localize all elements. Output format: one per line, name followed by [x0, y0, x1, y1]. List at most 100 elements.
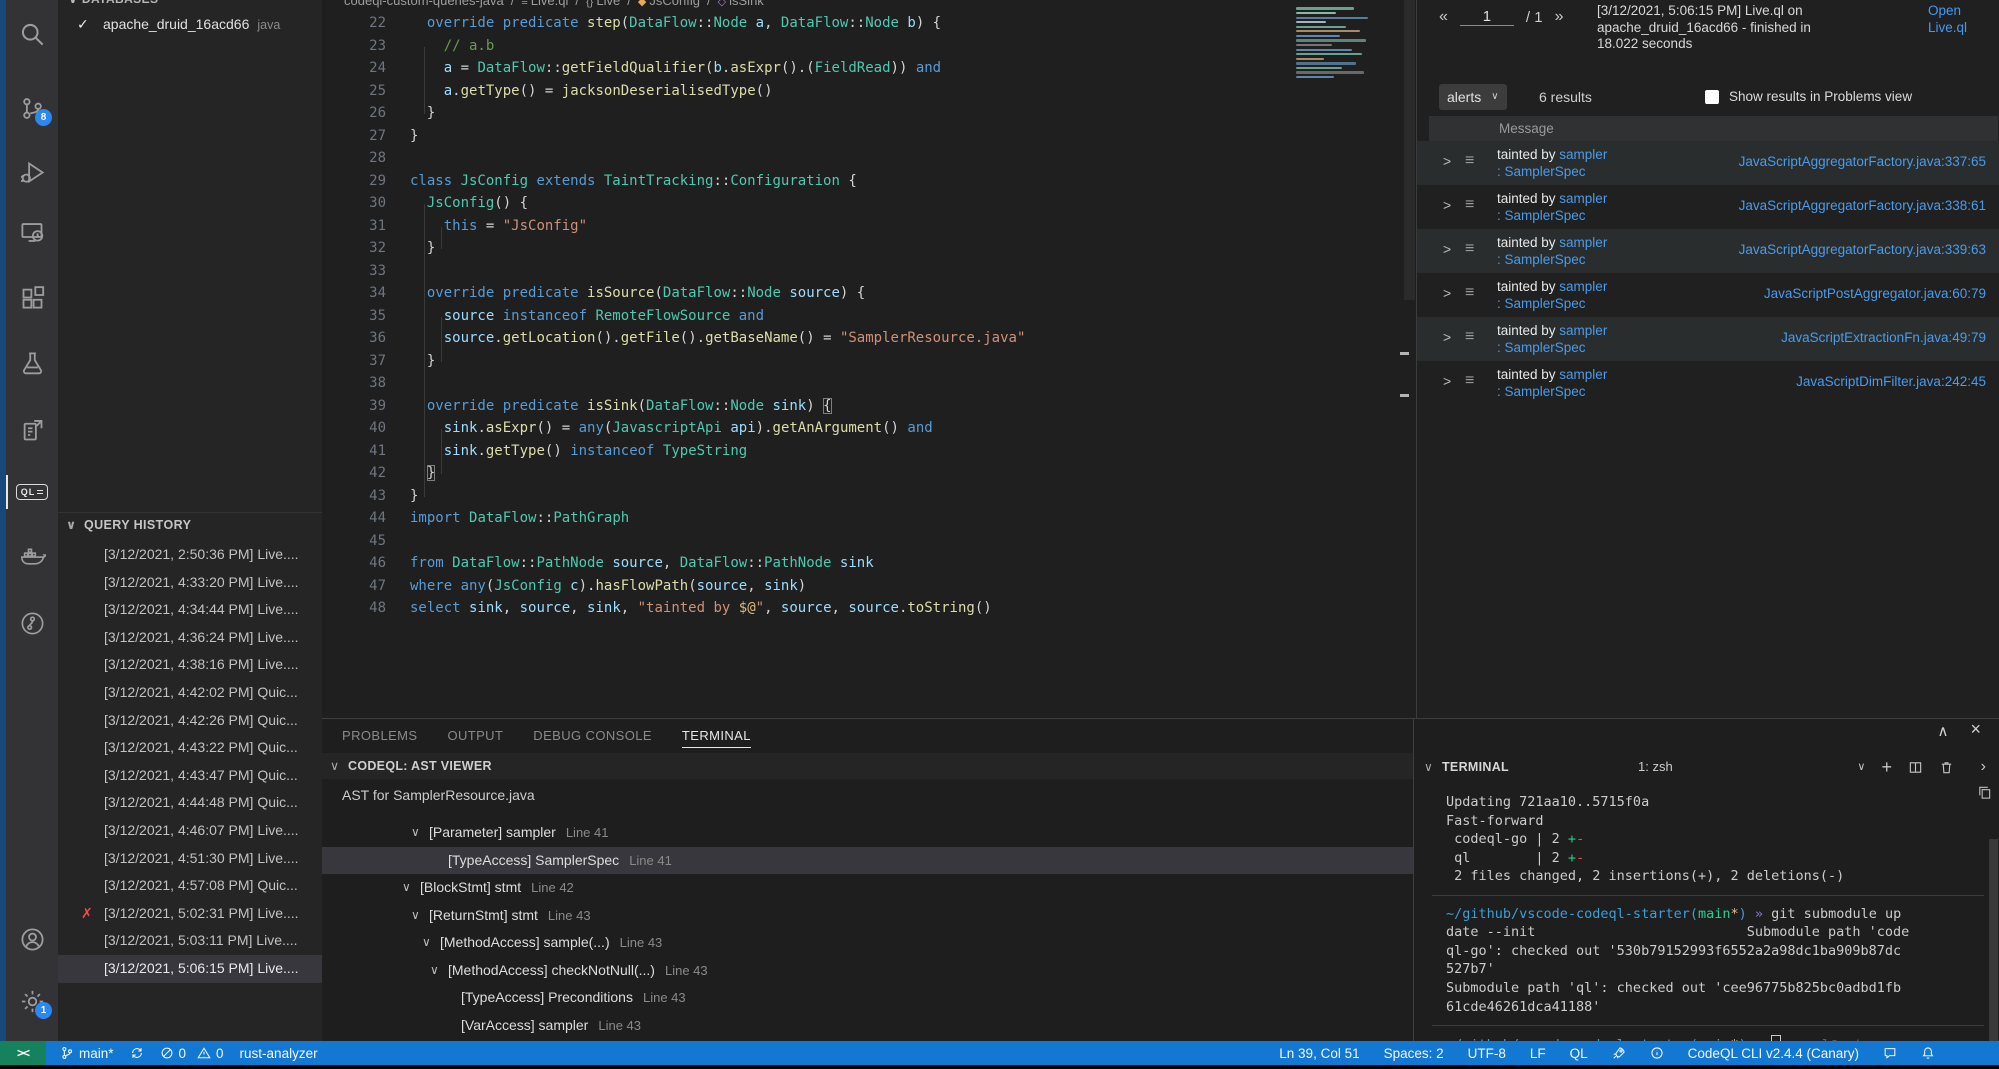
- tab-terminal[interactable]: TERMINAL: [682, 719, 751, 753]
- code-line[interactable]: 25 a.getType() = jacksonDeserialisedType…: [322, 80, 1415, 103]
- code-line[interactable]: 40 sink.asExpr() = any(JavascriptApi api…: [322, 417, 1415, 440]
- codeql-ql-icon[interactable]: QL: [6, 472, 58, 512]
- query-history-item[interactable]: [3/12/2021, 4:36:24 PM] Live....: [58, 624, 322, 652]
- result-source-link[interactable]: sampler: [1559, 235, 1607, 250]
- chevron-right-icon[interactable]: >: [1443, 285, 1451, 301]
- editor[interactable]: codeql-custom-queries-java/≡ Live.ql/{} …: [322, 0, 1415, 718]
- chevron-down-icon[interactable]: ∨: [430, 957, 439, 985]
- terminal-dropdown-icon[interactable]: ∨: [1857, 753, 1865, 781]
- ast-node[interactable]: [TypeAccess] PreconditionsLine 43: [322, 984, 1413, 1012]
- code-line[interactable]: 28: [322, 147, 1415, 170]
- ast-node[interactable]: ∨[BlockStmt] stmtLine 42: [322, 874, 1413, 902]
- code-line[interactable]: 35 source instanceof RemoteFlowSource an…: [322, 305, 1415, 328]
- panel-collapse-icon[interactable]: ∧: [1938, 722, 1949, 740]
- language-mode[interactable]: QL: [1570, 1046, 1588, 1061]
- result-source-link[interactable]: sampler: [1559, 147, 1607, 162]
- result-source-link[interactable]: : SamplerSpec: [1497, 295, 1607, 312]
- breadcrumb-item[interactable]: codeql-custom-queries-java: [344, 0, 504, 8]
- problems-view-checkbox[interactable]: [1705, 90, 1719, 104]
- query-history-item[interactable]: [3/12/2021, 4:44:48 PM] Quic...: [58, 789, 322, 817]
- result-file-link[interactable]: JavaScriptAggregatorFactory.java:337:65: [1739, 154, 1986, 169]
- run-debug-icon[interactable]: [6, 152, 58, 192]
- rocket-icon[interactable]: [1612, 1046, 1626, 1060]
- query-history-item[interactable]: [3/12/2021, 4:42:26 PM] Quic...: [58, 707, 322, 735]
- minimap[interactable]: [1290, 5, 1409, 105]
- query-history-item[interactable]: ✗[3/12/2021, 5:02:31 PM] Live....: [58, 900, 322, 928]
- account-icon[interactable]: [6, 919, 58, 959]
- result-source-link[interactable]: : SamplerSpec: [1497, 207, 1607, 224]
- breadcrumb-item[interactable]: ◆ JsConfig: [638, 0, 700, 8]
- terminal-scrollbar[interactable]: [1989, 839, 1998, 1044]
- breadcrumb-item[interactable]: ◇ isSink: [718, 0, 764, 8]
- query-history-item[interactable]: [3/12/2021, 5:06:15 PM] Live....: [58, 955, 322, 983]
- beaker-test-icon[interactable]: [6, 343, 58, 383]
- code-line[interactable]: 22 override predicate step(DataFlow::Nod…: [322, 12, 1415, 35]
- tab-debug-console[interactable]: DEBUG CONSOLE: [533, 719, 652, 753]
- eol-status[interactable]: LF: [1530, 1046, 1546, 1061]
- code-line[interactable]: 26 }: [322, 102, 1415, 125]
- new-terminal-icon[interactable]: +: [1881, 760, 1892, 774]
- query-history-item[interactable]: [3/12/2021, 2:50:36 PM] Live....: [58, 541, 322, 569]
- result-row[interactable]: >≡tainted by sampler: SamplerSpecJavaScr…: [1417, 317, 1999, 361]
- ast-node[interactable]: ∨[Parameter] samplerLine 41: [322, 819, 1413, 847]
- code-line[interactable]: 47where any(JsConfig c).hasFlowPath(sour…: [322, 575, 1415, 598]
- result-row[interactable]: >≡tainted by sampler: SamplerSpecJavaScr…: [1417, 361, 1999, 405]
- code-line[interactable]: 29class JsConfig extends TaintTracking::…: [322, 170, 1415, 193]
- editor-scrollbar[interactable]: [1404, 0, 1415, 300]
- code-line[interactable]: 42 }: [322, 462, 1415, 485]
- search-icon[interactable]: [6, 14, 58, 54]
- result-row[interactable]: >≡tainted by sampler: SamplerSpecJavaScr…: [1417, 229, 1999, 273]
- docker-icon[interactable]: [6, 536, 58, 576]
- git-graph-icon[interactable]: [6, 603, 58, 643]
- query-history-item[interactable]: [3/12/2021, 4:51:30 PM] Live....: [58, 845, 322, 873]
- chevron-down-icon[interactable]: ∨: [411, 902, 420, 930]
- ast-node[interactable]: ∨[MethodAccess] sample(...)Line 43: [322, 929, 1413, 957]
- result-file-link[interactable]: JavaScriptAggregatorFactory.java:339:63: [1739, 242, 1986, 257]
- lsp-status[interactable]: rust-analyzer: [240, 1046, 318, 1061]
- query-history-item[interactable]: [3/12/2021, 4:57:08 PM] Quic...: [58, 872, 322, 900]
- code-line[interactable]: 48select sink, source, sink, "tainted by…: [322, 597, 1415, 620]
- result-source-link[interactable]: sampler: [1559, 191, 1607, 206]
- breadcrumb[interactable]: codeql-custom-queries-java/≡ Live.ql/{} …: [322, 0, 1415, 10]
- query-history-item[interactable]: [3/12/2021, 4:43:47 PM] Quic...: [58, 762, 322, 790]
- chevron-down-icon[interactable]: ∨: [422, 929, 431, 957]
- result-source-link[interactable]: sampler: [1559, 323, 1607, 338]
- info-icon[interactable]: [1650, 1046, 1664, 1060]
- code-line[interactable]: 39 override predicate isSink(DataFlow::N…: [322, 395, 1415, 418]
- bell-icon[interactable]: [1921, 1046, 1935, 1060]
- ast-node[interactable]: ∨[MethodAccess] checkNotNull(...)Line 43: [322, 957, 1413, 985]
- next-page-button[interactable]: »: [1555, 8, 1564, 26]
- databases-section-header[interactable]: ∨ DATABASES: [58, 0, 322, 9]
- results-view-dropdown[interactable]: alerts∨: [1439, 84, 1507, 110]
- code-line[interactable]: 23 // a.b: [322, 35, 1415, 58]
- query-history-item[interactable]: [3/12/2021, 4:33:20 PM] Live....: [58, 569, 322, 597]
- ast-viewer-header[interactable]: ∨ CODEQL: AST VIEWER: [322, 753, 1413, 779]
- result-source-link[interactable]: : SamplerSpec: [1497, 163, 1607, 180]
- code-line[interactable]: 32 }: [322, 237, 1415, 260]
- ast-node[interactable]: [VarAccess] samplerLine 43: [322, 1012, 1413, 1040]
- code-line[interactable]: 24 a = DataFlow::getFieldQualifier(b.asE…: [322, 57, 1415, 80]
- result-source-link[interactable]: sampler: [1559, 279, 1607, 294]
- result-source-link[interactable]: sampler: [1559, 367, 1607, 382]
- result-source-link[interactable]: : SamplerSpec: [1497, 251, 1607, 268]
- result-file-link[interactable]: JavaScriptAggregatorFactory.java:338:61: [1739, 198, 1986, 213]
- result-source-link[interactable]: : SamplerSpec: [1497, 339, 1607, 356]
- query-history-item[interactable]: [3/12/2021, 4:34:44 PM] Live....: [58, 596, 322, 624]
- chevron-right-icon[interactable]: ›: [1981, 753, 1986, 781]
- terminal-shell-label[interactable]: 1: zsh: [1638, 753, 1673, 781]
- feedback-icon[interactable]: [1883, 1046, 1897, 1060]
- breadcrumb-item[interactable]: ≡ Live.ql: [521, 0, 568, 8]
- query-history-item[interactable]: [3/12/2021, 4:42:02 PM] Quic...: [58, 679, 322, 707]
- code-line[interactable]: 38: [322, 372, 1415, 395]
- problems-status[interactable]: 0 0: [160, 1046, 224, 1061]
- code-line[interactable]: 41 sink.getType() instanceof TypeString: [322, 440, 1415, 463]
- codeql-cli-status[interactable]: CodeQL CLI v2.4.4 (Canary): [1688, 1046, 1859, 1061]
- indentation-status[interactable]: Spaces: 2: [1384, 1046, 1444, 1061]
- chevron-right-icon[interactable]: >: [1443, 153, 1451, 169]
- remote-indicator[interactable]: ><: [0, 1041, 46, 1065]
- encoding-status[interactable]: UTF-8: [1468, 1046, 1506, 1061]
- chevron-right-icon[interactable]: >: [1443, 329, 1451, 345]
- ast-node[interactable]: [TypeAccess] SamplerSpecLine 41: [322, 847, 1413, 875]
- open-query-link[interactable]: Open Live.ql: [1928, 3, 1990, 36]
- query-history-section-header[interactable]: ∨ QUERY HISTORY: [58, 512, 322, 537]
